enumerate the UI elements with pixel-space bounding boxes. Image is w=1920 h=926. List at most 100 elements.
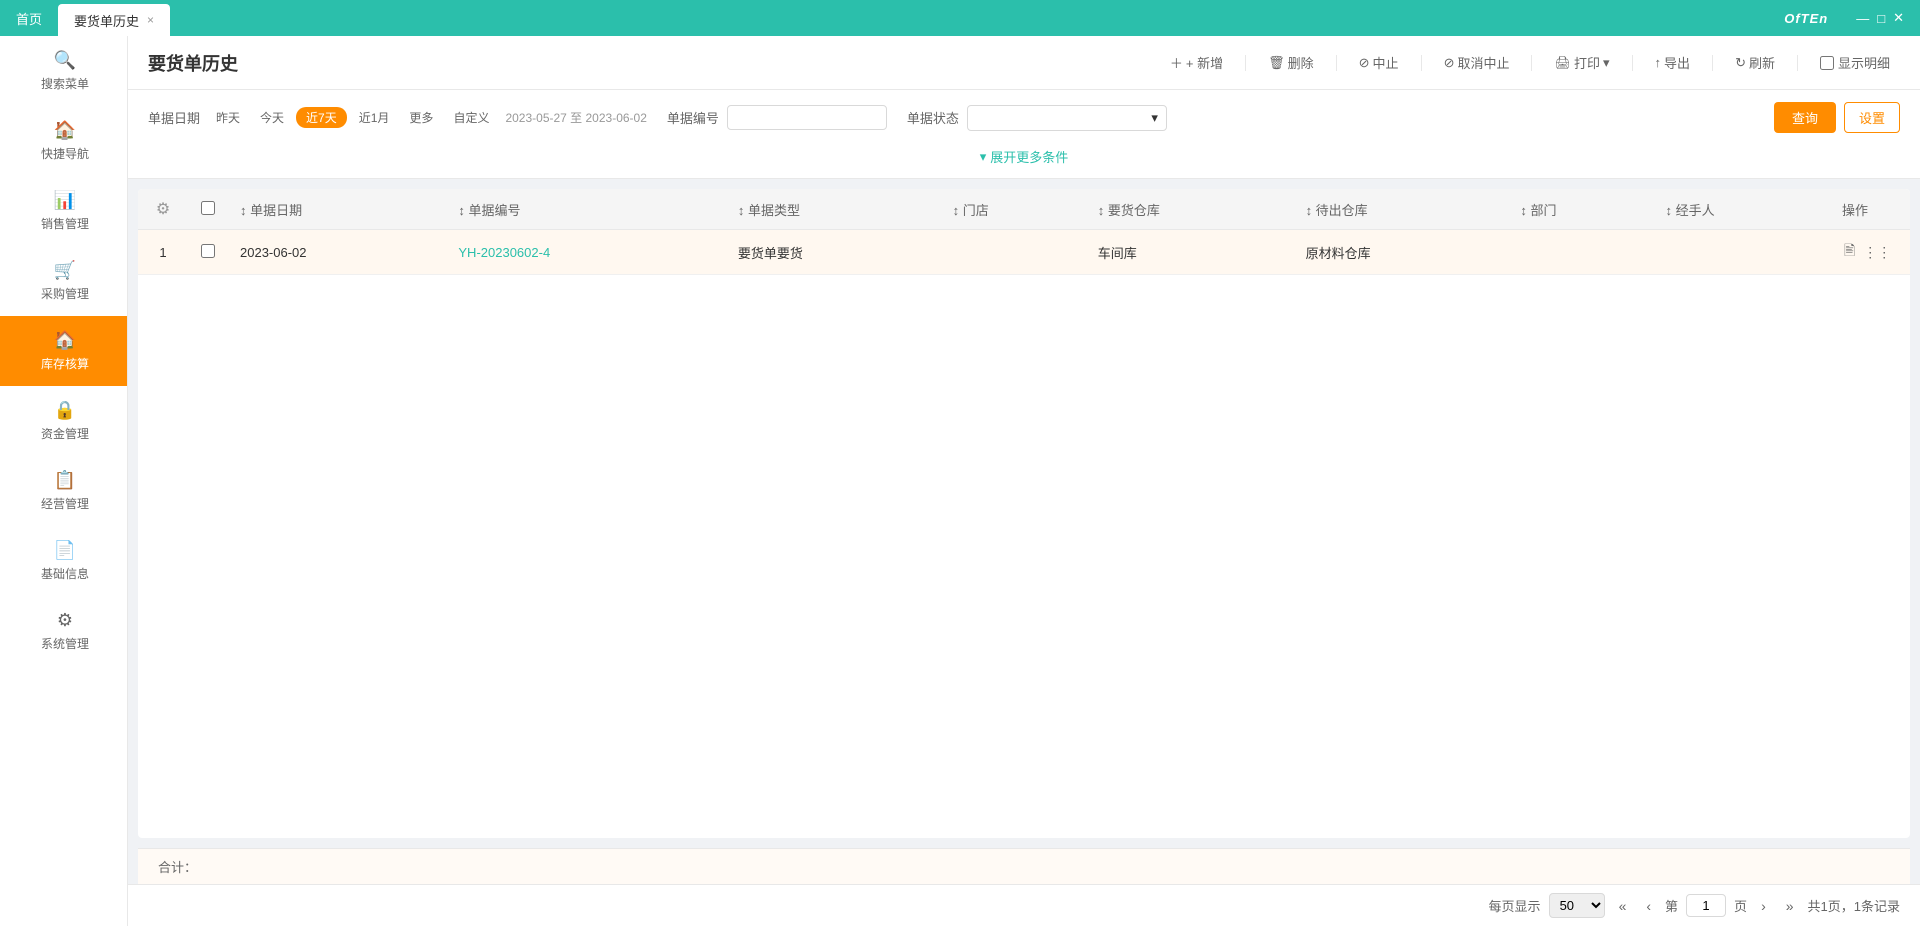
doc-status-label: 单据状态: [907, 108, 959, 127]
cell-store: [941, 230, 1086, 275]
last-page-button[interactable]: »: [1780, 894, 1800, 918]
date-btn-today[interactable]: 今天: [252, 107, 292, 128]
print-icon: 🖨: [1554, 55, 1571, 71]
sidebar-item-label: 销售管理: [41, 215, 89, 232]
next-page-button[interactable]: ›: [1755, 894, 1772, 918]
prev-page-button[interactable]: ‹: [1640, 894, 1657, 918]
date-range-display: 2023-05-27 至 2023-06-02: [505, 109, 646, 126]
refresh-button[interactable]: ↻ 刷新: [1725, 48, 1785, 77]
doc-number-input[interactable]: [727, 105, 887, 130]
cancel-stop-label: 取消中止: [1457, 53, 1509, 72]
th-ops-label: 操作: [1842, 203, 1868, 218]
refresh-label: 刷新: [1749, 53, 1775, 72]
sidebar-item-operations-mgmt[interactable]: 📋 经营管理: [0, 456, 127, 526]
divider: [1712, 55, 1713, 71]
stop-button[interactable]: ⊘ 中止: [1349, 48, 1409, 77]
print-button[interactable]: 🖨 打印 ▾: [1544, 48, 1619, 77]
doc-date-filter: 单据日期 昨天 今天 近7天 近1月 更多 自定义 2023-05-27 至 2…: [148, 107, 647, 128]
doc-number-label: 单据编号: [667, 108, 719, 127]
per-page-select[interactable]: 50 10 20 100: [1549, 893, 1605, 918]
select-all-checkbox[interactable]: [201, 201, 215, 215]
sidebar-item-system-mgmt[interactable]: ⚙ 系统管理: [0, 596, 127, 666]
th-doc-date-label: ↕ 单据日期: [240, 203, 302, 218]
display-detail-checkbox[interactable]: [1820, 56, 1834, 70]
tab-requisition-history[interactable]: 要货单历史 ×: [58, 4, 170, 36]
doc-number-link[interactable]: YH-20230602-4: [458, 245, 550, 260]
page-label-prefix: 第: [1665, 896, 1678, 915]
th-pending-warehouse-label: ↕ 待出仓库: [1306, 203, 1368, 218]
delete-icon: 🗑: [1268, 55, 1285, 71]
divider: [1531, 55, 1532, 71]
date-btn-yesterday[interactable]: 昨天: [208, 107, 248, 128]
export-button[interactable]: ↑ 导出: [1645, 48, 1701, 77]
cell-dept: [1508, 230, 1653, 275]
sidebar-item-finance-mgmt[interactable]: 🔒 资金管理: [0, 386, 127, 456]
cell-doc-date: 2023-06-02: [228, 230, 446, 275]
expand-icon: ▾: [980, 149, 987, 165]
row-checkbox[interactable]: [201, 244, 215, 258]
operations-icon: 📋: [54, 470, 76, 491]
row-view-button[interactable]: 🖹: [1842, 238, 1857, 266]
quick-nav-icon: 🏠: [54, 120, 76, 141]
sidebar-item-sales-mgmt[interactable]: 📊 销售管理: [0, 176, 127, 246]
query-button[interactable]: 查询: [1774, 102, 1836, 133]
current-page-input[interactable]: [1686, 894, 1726, 917]
divider: [1245, 55, 1246, 71]
doc-status-select[interactable]: ▾: [967, 105, 1167, 131]
sidebar-item-quick-nav[interactable]: 🏠 快捷导航: [0, 106, 127, 176]
window-maximize[interactable]: □: [1877, 11, 1885, 26]
sidebar-item-search-menu[interactable]: 🔍 搜索菜单: [0, 36, 127, 106]
purchase-icon: 🛒: [54, 260, 76, 281]
cancel-stop-button[interactable]: ⊘ 取消中止: [1434, 48, 1520, 77]
th-doc-number: ↕ 单据编号: [446, 189, 725, 230]
divider: [1421, 55, 1422, 71]
sidebar-item-label: 基础信息: [41, 565, 89, 582]
sidebar-item-inventory[interactable]: 🏠 库存核算: [0, 316, 127, 386]
export-label: 导出: [1664, 53, 1690, 72]
sidebar-item-purchase-mgmt[interactable]: 🛒 采购管理: [0, 246, 127, 316]
setting-button[interactable]: 设置: [1844, 102, 1900, 133]
th-store: ↕ 门店: [941, 189, 1086, 230]
date-btn-7days[interactable]: 近7天: [296, 107, 347, 128]
th-store-label: ↕ 门店: [953, 203, 989, 218]
row-more-button[interactable]: ⋮⋮: [1861, 242, 1893, 263]
date-btn-more[interactable]: 更多: [401, 107, 441, 128]
sidebar-item-label: 采购管理: [41, 285, 89, 302]
delete-button[interactable]: 🗑 删除: [1258, 48, 1324, 77]
doc-date-label: 单据日期: [148, 108, 200, 127]
th-req-warehouse: ↕ 要货仓库: [1086, 189, 1294, 230]
sidebar-item-base-info[interactable]: 📄 基础信息: [0, 526, 127, 596]
display-detail-button[interactable]: 显示明细: [1810, 48, 1900, 77]
sidebar-item-label: 搜索菜单: [41, 75, 89, 92]
th-settings: ⚙: [138, 189, 188, 230]
tab-home[interactable]: 首页: [0, 0, 58, 36]
tab-bar: 首页 要货单历史 ×: [0, 0, 1784, 36]
search-menu-icon: 🔍: [54, 50, 76, 71]
base-info-icon: 📄: [54, 540, 76, 561]
new-button[interactable]: ＋ + 新增: [1160, 48, 1233, 77]
cell-req-warehouse: 车间库: [1086, 230, 1294, 275]
window-close[interactable]: ✕: [1893, 10, 1904, 26]
table-body: 1 2023-06-02 YH-20230602-4 要货单要货 车间库 原材料…: [138, 230, 1910, 275]
th-handler: ↕ 经手人: [1653, 189, 1830, 230]
data-table: ⚙ ↕ 单据日期 ↕ 单据编号 ↕ 单据类型: [138, 189, 1910, 275]
cell-handler: [1653, 230, 1830, 275]
settings-icon[interactable]: ⚙: [156, 201, 170, 218]
window-minimize[interactable]: —: [1856, 11, 1869, 26]
sidebar: 🔍 搜索菜单 🏠 快捷导航 📊 销售管理 🛒 采购管理 🏠 库存核算 🔒 资金管…: [0, 36, 128, 926]
date-btn-1month[interactable]: 近1月: [351, 107, 398, 128]
top-bar: 首页 要货单历史 × OfTEn — □ ✕: [0, 0, 1920, 36]
first-page-button[interactable]: «: [1613, 894, 1633, 918]
cancel-stop-icon: ⊘: [1444, 55, 1455, 71]
new-icon: ＋: [1170, 53, 1183, 72]
sidebar-item-label: 资金管理: [41, 425, 89, 442]
tab-close-icon[interactable]: ×: [147, 13, 154, 27]
th-dept-label: ↕ 部门: [1520, 203, 1556, 218]
filter-row: 单据日期 昨天 今天 近7天 近1月 更多 自定义 2023-05-27 至 2…: [148, 102, 1900, 143]
total-info: 共1页，1条记录: [1808, 896, 1900, 915]
expand-more-btn[interactable]: ▾ 展开更多条件: [980, 143, 1069, 174]
date-btn-custom[interactable]: 自定义: [445, 107, 497, 128]
export-icon: ↑: [1655, 55, 1662, 70]
main-layout: 🔍 搜索菜单 🏠 快捷导航 📊 销售管理 🛒 采购管理 🏠 库存核算 🔒 资金管…: [0, 36, 1920, 926]
dropdown-icon: ▾: [1151, 110, 1158, 126]
